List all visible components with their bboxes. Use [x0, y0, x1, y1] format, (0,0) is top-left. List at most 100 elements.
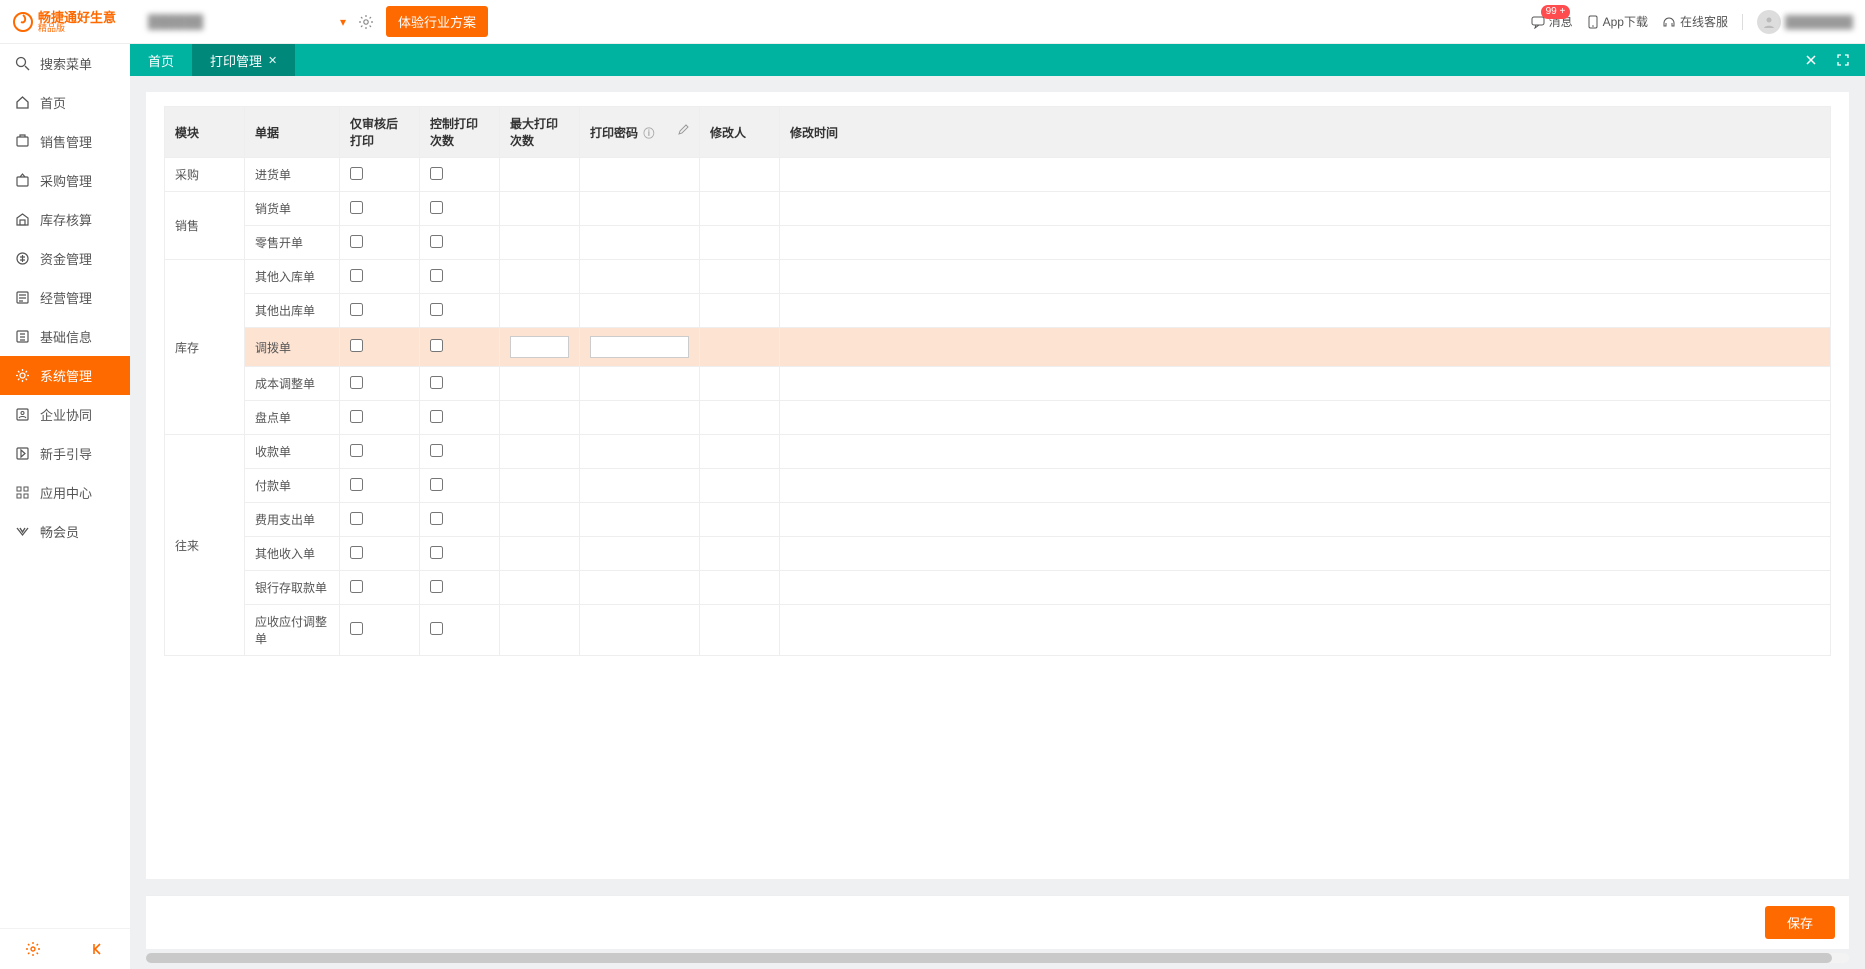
user-menu[interactable]: ████████ [1757, 10, 1853, 34]
control-count-checkbox[interactable] [430, 201, 443, 214]
cell-audit-only [340, 537, 420, 571]
control-count-checkbox[interactable] [430, 167, 443, 180]
sidebar-item-sales[interactable]: 销售管理 [0, 122, 130, 161]
control-count-checkbox[interactable] [430, 444, 443, 457]
cell-modify-time [780, 226, 1831, 260]
sidebar-item-base[interactable]: 基础信息 [0, 317, 130, 356]
cell-max-count [500, 605, 580, 656]
help-icon[interactable]: ⓘ [643, 128, 654, 140]
control-count-checkbox[interactable] [430, 269, 443, 282]
control-count-checkbox[interactable] [430, 478, 443, 491]
audit-only-checkbox[interactable] [350, 546, 363, 559]
control-count-checkbox[interactable] [430, 622, 443, 635]
sidebar-item-system[interactable]: 系统管理 [0, 356, 130, 395]
control-count-checkbox[interactable] [430, 339, 443, 352]
audit-only-checkbox[interactable] [350, 303, 363, 316]
cell-modify-time [780, 435, 1831, 469]
app-download-button[interactable]: App下载 [1587, 13, 1648, 30]
home-icon [14, 95, 30, 111]
save-button[interactable]: 保存 [1765, 906, 1835, 939]
finance-icon [14, 251, 30, 267]
collab-icon [14, 407, 30, 423]
sidebar-item-label: 经营管理 [40, 288, 92, 307]
audit-only-checkbox[interactable] [350, 444, 363, 457]
control-count-checkbox[interactable] [430, 410, 443, 423]
cell-password [580, 192, 700, 226]
cell-modify-time [780, 158, 1831, 192]
content: 模块 单据 仅审核后打印 控制打印次数 最大打印次数 打印密码 ⓘ [130, 76, 1865, 895]
close-all-icon[interactable] [1799, 48, 1823, 72]
footer: 保存 [146, 895, 1849, 949]
horizontal-scrollbar[interactable] [146, 953, 1849, 963]
divider [1742, 14, 1743, 30]
audit-only-checkbox[interactable] [350, 622, 363, 635]
sidebar-item-label: 库存核算 [40, 210, 92, 229]
settings-icon[interactable] [21, 937, 45, 961]
cell-doc: 其他收入单 [245, 537, 340, 571]
close-icon[interactable]: ✕ [268, 54, 277, 67]
sidebar-item-vip[interactable]: 畅会员 [0, 512, 130, 551]
edit-column-icon[interactable] [678, 124, 689, 135]
cell-audit-only [340, 605, 420, 656]
audit-only-checkbox[interactable] [350, 339, 363, 352]
cell-doc: 费用支出单 [245, 503, 340, 537]
cell-modify-time [780, 192, 1831, 226]
control-count-checkbox[interactable] [430, 376, 443, 389]
sidebar-item-guide[interactable]: 新手引导 [0, 434, 130, 473]
tab-首页[interactable]: 首页 [130, 44, 192, 76]
fullscreen-icon[interactable] [1831, 48, 1855, 72]
sidebar-item-collab[interactable]: 企业协同 [0, 395, 130, 434]
cell-modify-time [780, 328, 1831, 367]
control-count-checkbox[interactable] [430, 546, 443, 559]
message-button[interactable]: 99 + 消息 [1531, 13, 1573, 30]
audit-only-checkbox[interactable] [350, 376, 363, 389]
audit-only-checkbox[interactable] [350, 410, 363, 423]
audit-only-checkbox[interactable] [350, 478, 363, 491]
control-count-checkbox[interactable] [430, 303, 443, 316]
store-selector[interactable]: ██████ [140, 8, 340, 36]
audit-only-checkbox[interactable] [350, 167, 363, 180]
control-count-checkbox[interactable] [430, 580, 443, 593]
max-count-input[interactable] [510, 336, 569, 358]
cell-control-count [420, 328, 500, 367]
sidebar-item-inventory[interactable]: 库存核算 [0, 200, 130, 239]
sidebar-item-apps[interactable]: 应用中心 [0, 473, 130, 512]
cell-modifier [700, 605, 780, 656]
cell-password [580, 367, 700, 401]
sidebar-bottom [0, 928, 130, 969]
th-modify-time: 修改时间 [780, 107, 1831, 158]
tab-label: 首页 [148, 51, 174, 70]
online-service-button[interactable]: 在线客服 [1662, 13, 1728, 30]
cell-doc: 其他入库单 [245, 260, 340, 294]
cell-doc: 成本调整单 [245, 367, 340, 401]
sidebar-item-finance[interactable]: 资金管理 [0, 239, 130, 278]
scrollbar-thumb[interactable] [146, 953, 1832, 963]
cell-audit-only [340, 192, 420, 226]
audit-only-checkbox[interactable] [350, 201, 363, 214]
th-modifier: 修改人 [700, 107, 780, 158]
tab-打印管理[interactable]: 打印管理✕ [192, 44, 295, 76]
app-download-label: App下载 [1603, 13, 1648, 30]
sidebar-item-purchase[interactable]: 采购管理 [0, 161, 130, 200]
audit-only-checkbox[interactable] [350, 269, 363, 282]
control-count-checkbox[interactable] [430, 512, 443, 525]
audit-only-checkbox[interactable] [350, 235, 363, 248]
cell-modify-time [780, 469, 1831, 503]
logo-edition: 精品版 [38, 24, 116, 33]
cell-password [580, 401, 700, 435]
gear-icon[interactable] [352, 8, 380, 36]
audit-only-checkbox[interactable] [350, 512, 363, 525]
sidebar-item-home[interactable]: 首页 [0, 83, 130, 122]
search-icon [14, 56, 30, 72]
collapse-icon[interactable] [86, 937, 110, 961]
audit-only-checkbox[interactable] [350, 580, 363, 593]
cell-control-count [420, 226, 500, 260]
sidebar-item-search[interactable]: 搜索菜单 [0, 44, 130, 83]
sidebar-item-operation[interactable]: 经营管理 [0, 278, 130, 317]
industry-plan-button[interactable]: 体验行业方案 [386, 6, 488, 37]
cell-doc: 销货单 [245, 192, 340, 226]
password-input[interactable] [590, 336, 689, 358]
main: 首页打印管理✕ 模块 [130, 44, 1865, 969]
chevron-down-icon[interactable]: ▾ [340, 15, 346, 29]
control-count-checkbox[interactable] [430, 235, 443, 248]
